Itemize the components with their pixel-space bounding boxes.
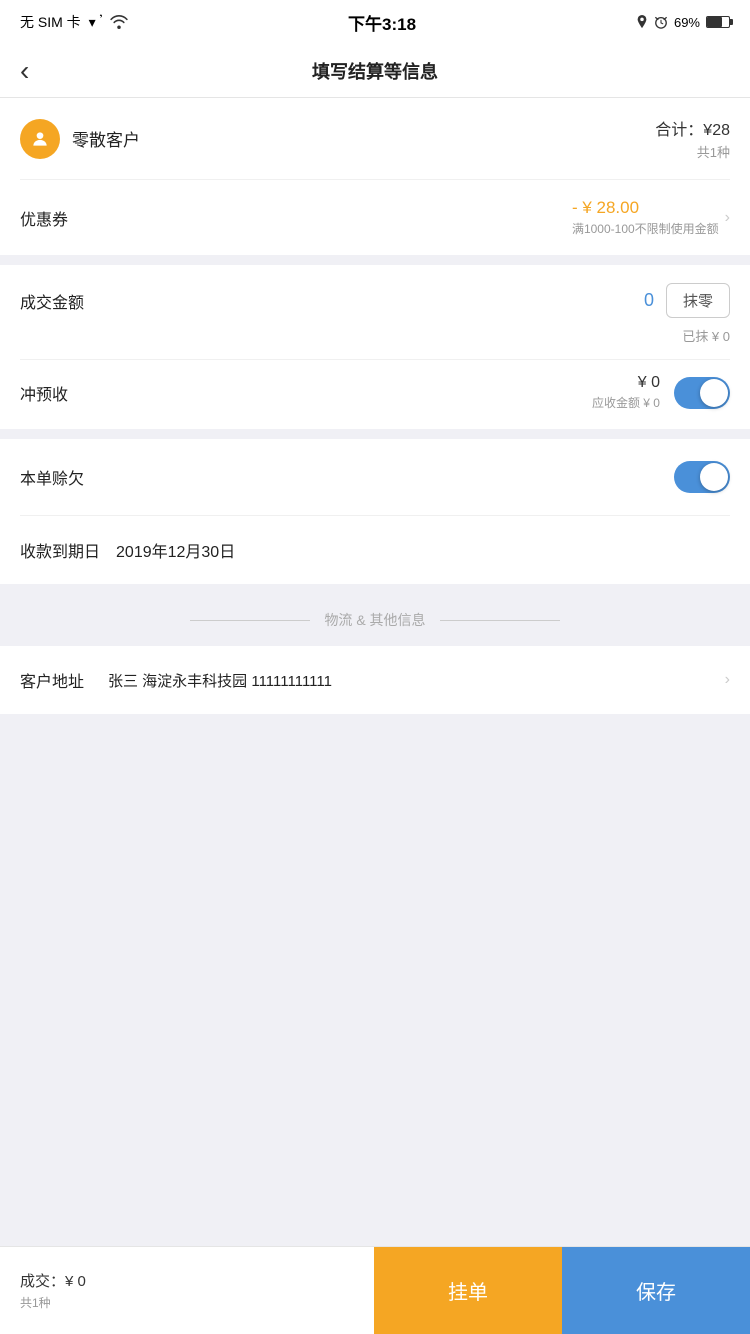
customer-card: 零散客户 合计：¥28 共1种 优惠券 - ¥ 28.00 满1000-100不… [0,98,750,255]
round-button[interactable]: 抹零 [666,283,730,318]
sim-status: 无 SIM 卡 [20,12,81,32]
transaction-value: 0 [644,290,654,311]
wifi-icon: ▾ 𝄒 [89,14,102,31]
deal-label: 成交： [20,1273,65,1290]
credit-toggle[interactable] [674,461,730,493]
coupon-desc: 满1000-100不限制使用金额 [572,220,719,237]
pre-amount: ¥ 0 [592,374,660,392]
prereceive-right: ¥ 0 应收金额 ¥ 0 [592,374,730,411]
pre-receivable: 应收金额 ¥ 0 [592,394,660,411]
prereceive-toggle[interactable] [674,377,730,409]
status-bar: 无 SIM 卡 ▾ 𝄒 下午3:18 69% [0,0,750,44]
save-button[interactable]: 保存 [562,1247,750,1334]
address-chevron-icon: › [725,671,730,689]
bottom-deal: 成交：¥ 0 [20,1270,354,1291]
address-value: 张三 海淀永丰科技园 11111111111 [108,670,717,691]
bottom-count: 共1种 [20,1294,354,1311]
hold-button[interactable]: 挂单 [374,1247,562,1334]
prereceive-amounts: ¥ 0 应收金额 ¥ 0 [592,374,660,411]
credit-card: 本单赊欠 收款到期日 2019年12月30日 [0,439,750,584]
bottom-bar: 成交：¥ 0 共1种 挂单 保存 [0,1246,750,1334]
back-button[interactable]: ‹ [20,55,60,87]
duedate-label: 收款到期日 [20,538,100,562]
address-label: 客户地址 [20,668,84,692]
customer-row: 零散客户 合计：¥28 共1种 [20,98,730,179]
status-left: 无 SIM 卡 ▾ 𝄒 [20,12,128,32]
battery-percent: 69% [674,15,700,30]
logistics-divider: 物流 & 其他信息 [0,610,750,630]
customer-totals: 合计：¥28 共1种 [655,116,730,161]
toggle-knob [700,379,728,407]
logistics-section: 物流 & 其他信息 [0,594,750,646]
amount-row: 成交金额 0 抹零 [20,265,730,326]
prereceive-label: 冲预收 [20,381,68,405]
deal-amount: ¥ 0 [65,1273,86,1290]
status-right: 69% [636,15,730,30]
chevron-right-icon: › [725,209,730,227]
battery-icon [706,16,730,28]
prereceive-row: 冲预收 ¥ 0 应收金额 ¥ 0 [20,359,730,429]
total-amount: 合计：¥28 [655,116,730,140]
address-row[interactable]: 客户地址 张三 海淀永丰科技园 11111111111 › [20,646,730,714]
coupon-info: - ¥ 28.00 满1000-100不限制使用金额 [572,198,719,237]
address-card[interactable]: 客户地址 张三 海淀永丰科技园 11111111111 › [0,646,750,714]
main-content: 零散客户 合计：¥28 共1种 优惠券 - ¥ 28.00 满1000-100不… [0,98,750,804]
logistics-label: 物流 & 其他信息 [324,610,425,630]
total-count: 共1种 [655,142,730,161]
page-title: 填写结算等信息 [312,58,438,84]
transaction-label: 成交金额 [20,289,84,313]
avatar [20,119,60,159]
location-icon [636,15,648,29]
coupon-right: - ¥ 28.00 满1000-100不限制使用金额 › [572,198,730,237]
bottom-info: 成交：¥ 0 共1种 [0,1270,374,1311]
duedate-row: 收款到期日 2019年12月30日 [20,516,730,584]
toggle-knob-credit [700,463,728,491]
coupon-row[interactable]: 优惠券 - ¥ 28.00 满1000-100不限制使用金额 › [20,180,730,255]
coupon-amount: - ¥ 28.00 [572,198,719,218]
wifi-icon-svg [110,15,128,29]
credit-label: 本单赊欠 [20,465,84,489]
coupon-label: 优惠券 [20,206,68,230]
credit-row: 本单赊欠 [20,439,730,515]
alarm-icon [654,15,668,29]
already-rounded: 已抹 ¥ 0 [20,326,730,359]
customer-info: 零散客户 [20,119,140,159]
status-time: 下午3:18 [348,10,416,35]
amount-right: 0 抹零 [644,283,730,318]
duedate-value: 2019年12月30日 [116,538,235,562]
nav-bar: ‹ 填写结算等信息 [0,44,750,98]
customer-name: 零散客户 [72,126,140,151]
transaction-card: 成交金额 0 抹零 已抹 ¥ 0 冲预收 ¥ 0 应收金额 ¥ 0 [0,265,750,429]
